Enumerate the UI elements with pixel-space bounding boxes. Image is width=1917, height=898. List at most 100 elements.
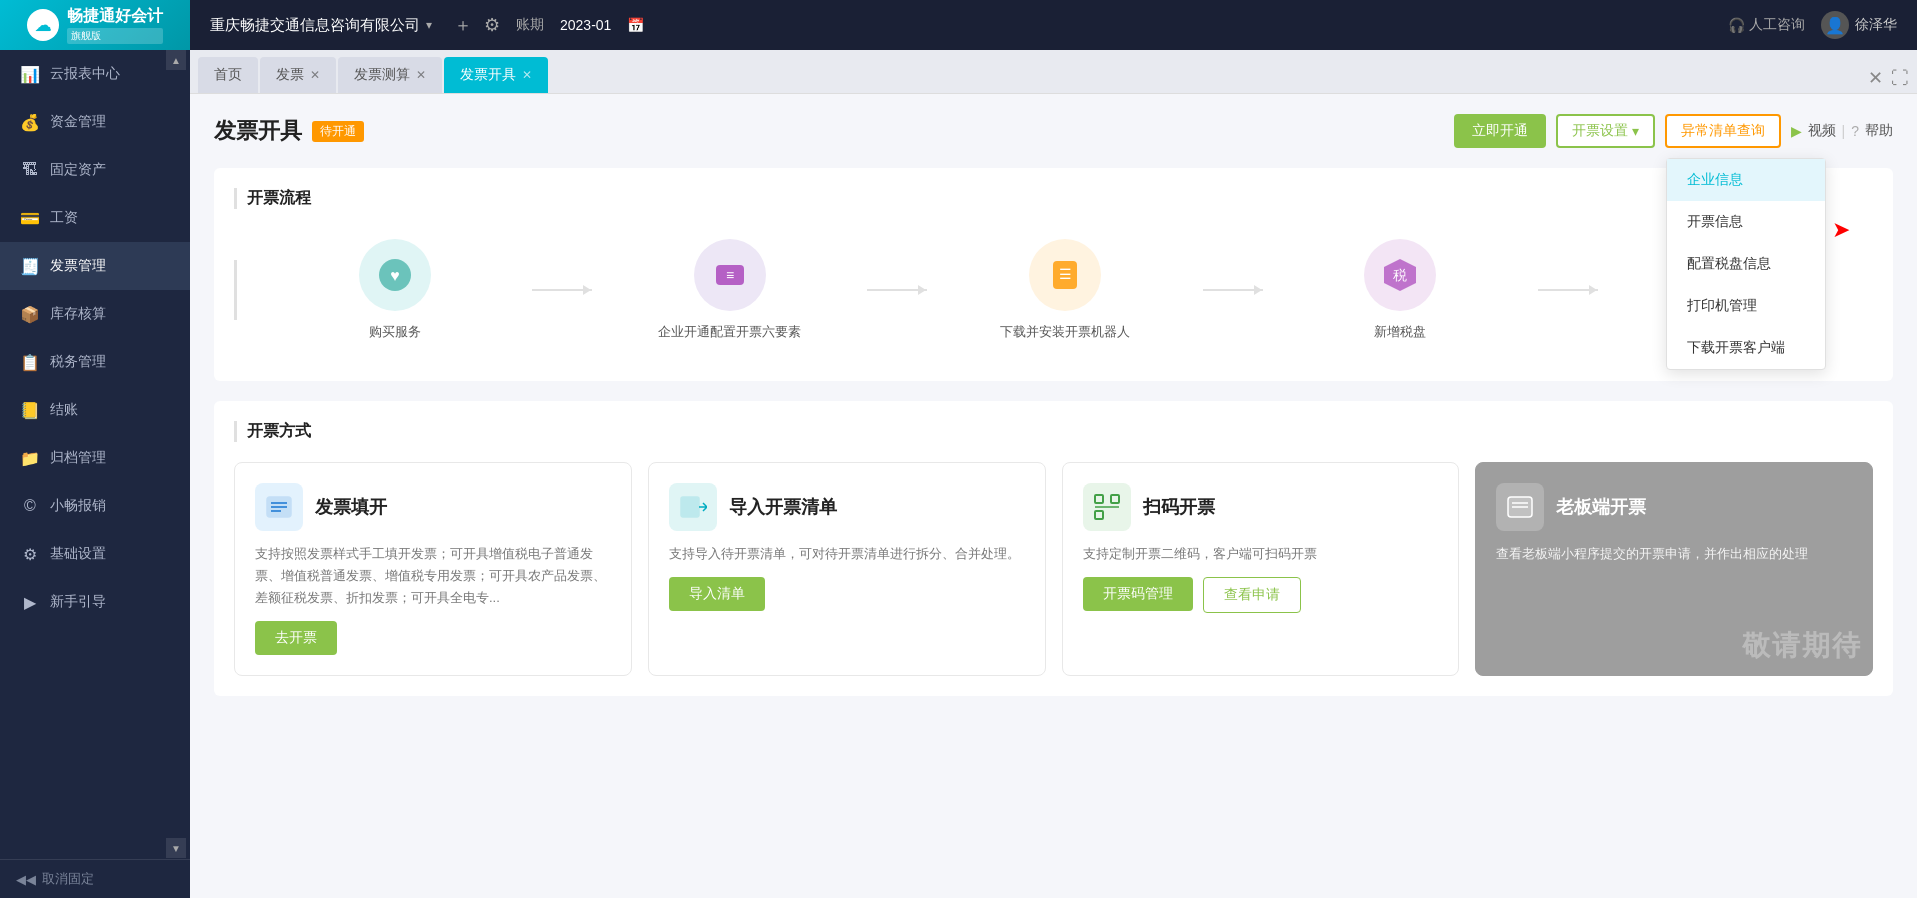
- sidebar: ▲ 📊 云报表中心 💰 资金管理 🏗 固定资产 💳 工资 🧾 发票管理: [0, 50, 190, 898]
- tab-fapiao-close[interactable]: ✕: [310, 68, 320, 82]
- dropdown-printer-label: 打印机管理: [1687, 297, 1757, 315]
- flow-label-1: 购买服务: [369, 323, 421, 341]
- company-dropdown-icon: ▾: [426, 18, 432, 32]
- user-info[interactable]: 👤 徐泽华: [1821, 11, 1897, 39]
- method-card-fill: 发票填开 支持按照发票样式手工填开发票；可开具增值税电子普通发票、增值税普通发票…: [234, 462, 632, 676]
- gudingzichan-icon: 🏗: [20, 160, 40, 180]
- add-button[interactable]: ＋: [454, 13, 472, 37]
- method-fill-name: 发票填开: [315, 495, 387, 519]
- tab-fapiaocesuan-close[interactable]: ✕: [416, 68, 426, 82]
- page-content: 发票开具 待开通 立即开通 开票设置 ▾ 企业信息: [190, 94, 1917, 898]
- flow-connector-3: [1203, 289, 1263, 291]
- tab-close-all[interactable]: ✕: [1868, 67, 1883, 89]
- sidebar-item-kucun[interactable]: 📦 库存核算: [0, 290, 190, 338]
- video-help-row: ▶ 视频 | ? 帮助: [1791, 122, 1893, 140]
- sidebar-scroll-down[interactable]: ▼: [166, 838, 186, 858]
- tab-fapiao[interactable]: 发票 ✕: [260, 57, 336, 93]
- sidebar-item-zijin[interactable]: 💰 资金管理: [0, 98, 190, 146]
- kucun-icon: 📦: [20, 304, 40, 324]
- sidebar-item-shuiwu[interactable]: 📋 税务管理: [0, 338, 190, 386]
- page-title: 发票开具: [214, 116, 302, 146]
- dropdown-invoice-info-label: 开票信息: [1687, 213, 1743, 231]
- svg-text:☰: ☰: [1059, 266, 1072, 282]
- cancel-pin-label: 取消固定: [42, 870, 94, 888]
- content-area: 首页 发票 ✕ 发票测算 ✕ 发票开具 ✕ ✕ ⛶ 发票开具: [190, 50, 1917, 898]
- sidebar-item-jiezhang[interactable]: 📒 结账: [0, 386, 190, 434]
- settings-dropdown-arrow: ▾: [1632, 123, 1639, 139]
- status-badge: 待开通: [312, 121, 364, 142]
- logo-icon: ☁: [27, 9, 59, 41]
- user-avatar: 👤: [1821, 11, 1849, 39]
- calendar-icon[interactable]: 📅: [627, 17, 644, 33]
- top-bar: ☁ 畅捷通好会计 旗舰版 重庆畅捷交通信息咨询有限公司 ▾ ＋ ⚙ 账期 202…: [0, 0, 1917, 50]
- video-label[interactable]: 视频: [1808, 122, 1836, 140]
- tab-fapiaokaju[interactable]: 发票开具 ✕: [444, 57, 548, 93]
- flow-connector-2: [867, 289, 927, 291]
- flow-step-3: ☰ 下载并安装开票机器人: [927, 239, 1202, 341]
- company-selector[interactable]: 重庆畅捷交通信息咨询有限公司 ▾: [210, 16, 438, 35]
- xinshou-icon: ▶: [20, 592, 40, 612]
- method-fill-btn[interactable]: 去开票: [255, 621, 337, 655]
- exception-list-button[interactable]: 异常清单查询: [1665, 114, 1781, 148]
- tab-home[interactable]: 首页: [198, 57, 258, 93]
- method-boss-name: 老板端开票: [1556, 495, 1646, 519]
- consult-button[interactable]: 🎧 人工咨询: [1728, 16, 1805, 34]
- dropdown-item-printer[interactable]: 打印机管理: [1667, 285, 1825, 327]
- sidebar-item-xiaochang[interactable]: © 小畅报销: [0, 482, 190, 530]
- shuiwu-icon: 📋: [20, 352, 40, 372]
- dropdown-company-info-label: 企业信息: [1687, 171, 1743, 189]
- sidebar-item-jichu[interactable]: ⚙ 基础设置: [0, 530, 190, 578]
- sidebar-item-guidang[interactable]: 📁 归档管理: [0, 434, 190, 482]
- method-scan-btn1[interactable]: 开票码管理: [1083, 577, 1193, 611]
- page-header: 发票开具 待开通 立即开通 开票设置 ▾ 企业信息: [214, 114, 1893, 148]
- settings-dropdown-menu: 企业信息 开票信息 配置税盘信息 打印机管理: [1666, 158, 1826, 370]
- tab-fapiaocesuan[interactable]: 发票测算 ✕: [338, 57, 442, 93]
- activate-button[interactable]: 立即开通: [1454, 114, 1546, 148]
- logo-text: 畅捷通好会计: [67, 6, 163, 25]
- sidebar-item-label: 云报表中心: [50, 65, 120, 83]
- help-label[interactable]: 帮助: [1865, 122, 1893, 140]
- settings-icon[interactable]: ⚙: [484, 14, 500, 36]
- tab-fapiaokaju-close[interactable]: ✕: [522, 68, 532, 82]
- method-scan-desc: 支持定制开票二维码，客户端可扫码开票: [1083, 543, 1439, 565]
- dropdown-item-tax-config[interactable]: 配置税盘信息: [1667, 243, 1825, 285]
- jiezhang-icon: 📒: [20, 400, 40, 420]
- sidebar-item-label: 资金管理: [50, 113, 106, 131]
- method-card-import: 导入开票清单 支持导入待开票清单，可对待开票清单进行拆分、合并处理。 导入清单: [648, 462, 1046, 676]
- sidebar-item-xinshou[interactable]: ▶ 新手引导: [0, 578, 190, 626]
- flow-icon-3: ☰: [1029, 239, 1101, 311]
- top-right: 🎧 人工咨询 👤 徐泽华: [1728, 11, 1917, 39]
- user-name: 徐泽华: [1855, 16, 1897, 34]
- logo-sub: 旗舰版: [67, 28, 163, 44]
- sidebar-item-gudingzichan[interactable]: 🏗 固定资产: [0, 146, 190, 194]
- settings-button[interactable]: 开票设置 ▾: [1556, 114, 1655, 148]
- sidebar-scroll-up[interactable]: ▲: [166, 50, 186, 70]
- separator: |: [1842, 123, 1846, 139]
- method-import-btn[interactable]: 导入清单: [669, 577, 765, 611]
- flow-step-2: ≡ 企业开通配置开票六要素: [592, 239, 867, 341]
- flow-label-3: 下载并安装开票机器人: [1000, 323, 1130, 341]
- tab-maximize[interactable]: ⛶: [1891, 68, 1909, 89]
- method-fill-icon: [255, 483, 303, 531]
- sidebar-item-label: 税务管理: [50, 353, 106, 371]
- dropdown-download-client-label: 下载开票客户端: [1687, 339, 1785, 357]
- sidebar-item-gongzi[interactable]: 💳 工资: [0, 194, 190, 242]
- sidebar-cancel-pin[interactable]: ◀◀ 取消固定: [0, 859, 190, 898]
- dropdown-item-download-client[interactable]: 下载开票客户端: [1667, 327, 1825, 369]
- dropdown-item-invoice-info[interactable]: 开票信息: [1667, 201, 1825, 243]
- method-scan-btn2[interactable]: 查看申请: [1203, 577, 1301, 613]
- svg-text:税: 税: [1393, 267, 1407, 283]
- method-import-desc: 支持导入待开票清单，可对待开票清单进行拆分、合并处理。: [669, 543, 1025, 565]
- flow-icon-4: 税: [1364, 239, 1436, 311]
- pin-icon: ◀◀: [16, 872, 36, 887]
- sidebar-item-yunbao[interactable]: 📊 云报表中心: [0, 50, 190, 98]
- dropdown-item-company-info[interactable]: 企业信息: [1667, 159, 1825, 201]
- flow-steps: ♥ 购买服务 ≡ 企业开通配置开票六要素: [234, 229, 1873, 361]
- play-circle-icon: ▶: [1791, 123, 1802, 139]
- sidebar-item-fapiao[interactable]: 🧾 发票管理: [0, 242, 190, 290]
- method-scan-btns: 开票码管理 查看申请: [1083, 577, 1439, 613]
- company-name: 重庆畅捷交通信息咨询有限公司: [210, 16, 420, 35]
- guidang-icon: 📁: [20, 448, 40, 468]
- sidebar-item-label: 发票管理: [50, 257, 106, 275]
- svg-rect-14: [681, 497, 699, 517]
